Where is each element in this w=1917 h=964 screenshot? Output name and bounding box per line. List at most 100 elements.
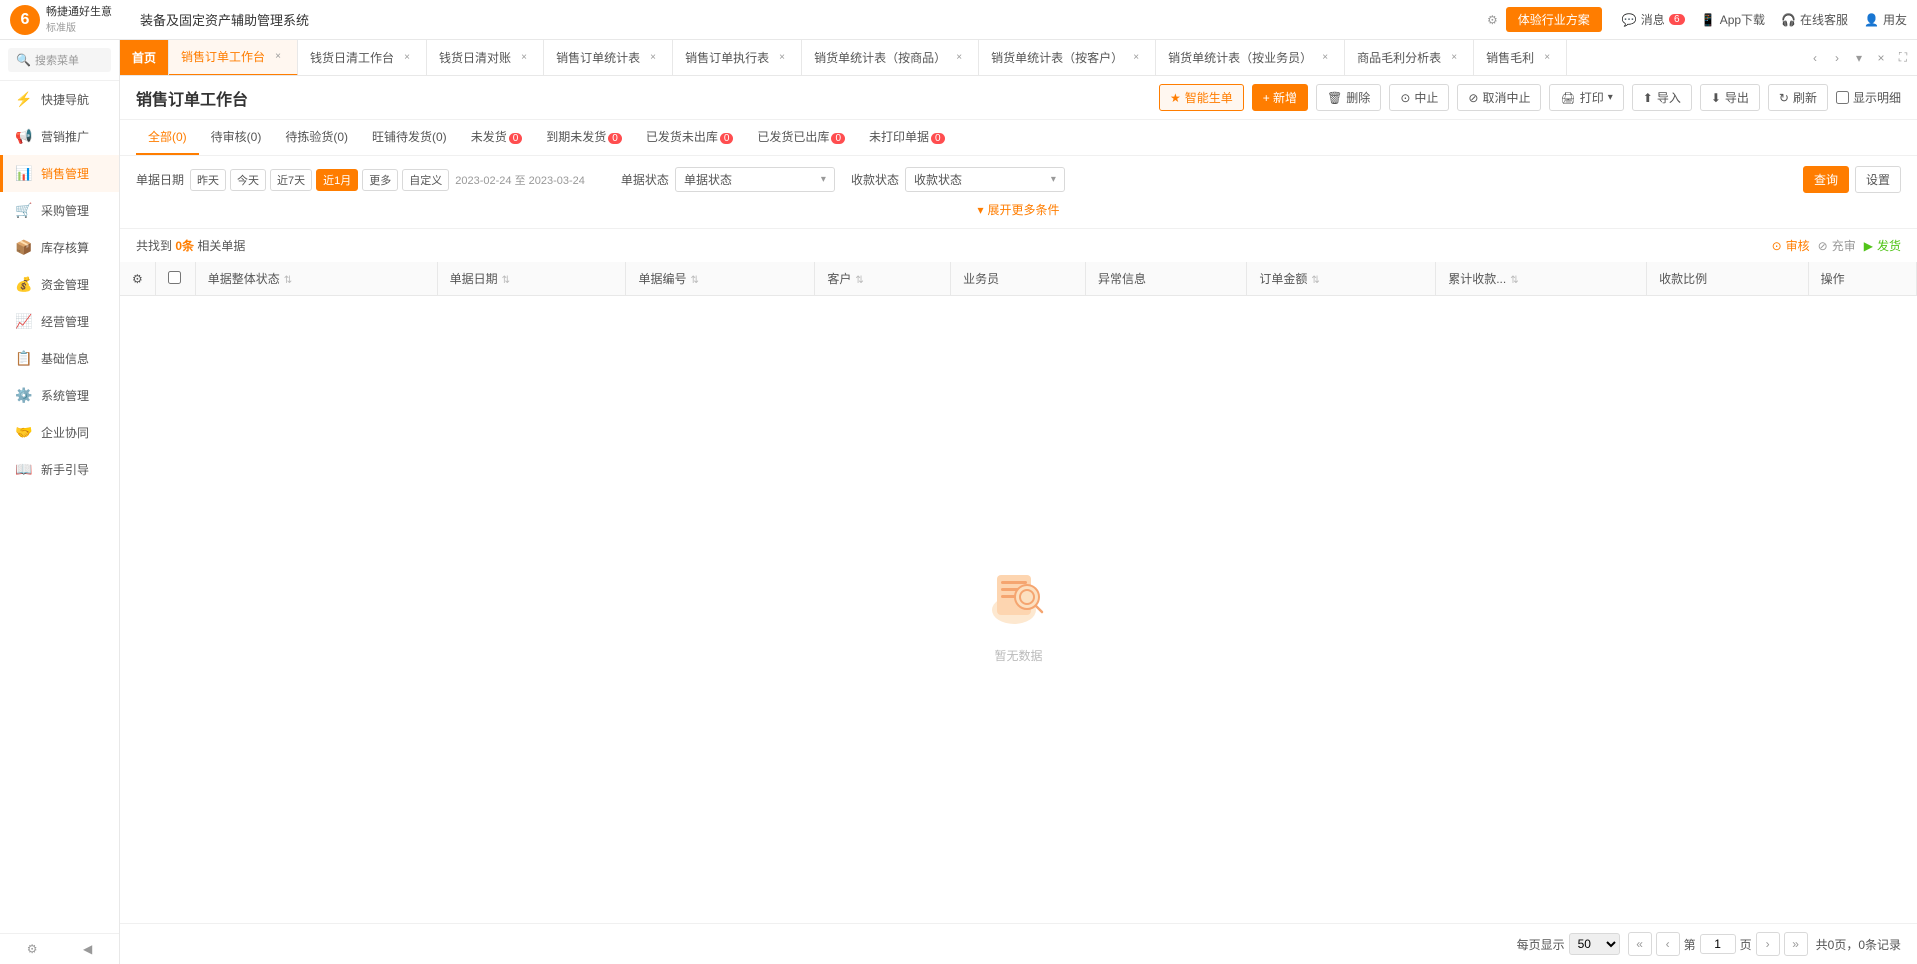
payment-select[interactable]: 收款状态 ▾ [905,167,1065,192]
settings-gear-icon[interactable]: ⚙ [27,942,38,956]
tab-order-stats[interactable]: 销售订单统计表 × [544,40,673,76]
filter-tab-all[interactable]: 全部(0) [136,120,199,155]
online-service-button[interactable]: 🎧 在线客服 [1781,11,1848,28]
quick-cancel-button[interactable]: ⊘ 充审 [1818,237,1856,254]
date-btn-7days[interactable]: 近7天 [270,169,312,191]
sidebar-item-quick-nav[interactable]: ⚡ 快捷导航 [0,81,119,118]
filter-tab-unshipped[interactable]: 未发货0 [459,120,535,155]
th-customer[interactable]: 客户⇅ [815,262,951,296]
import-button[interactable]: ⬆ 导入 [1632,84,1692,111]
date-btn-yesterday[interactable]: 昨天 [190,169,226,191]
sidebar-item-cooperation[interactable]: 🤝 企业协同 [0,414,119,451]
tab-maximize[interactable]: ⛶ [1893,48,1913,68]
filter-tab-shipped-out[interactable]: 已发货已出库0 [745,120,857,155]
tab-daily-reconcile[interactable]: 钱货日清对账 × [427,40,544,76]
collapse-icon[interactable]: ◀ [83,942,92,956]
print-button[interactable]: 🖨 打印 ▾ [1549,84,1623,111]
tab-close-daily-reconcile[interactable]: × [517,51,531,65]
page-header: 销售订单工作台 ★ 智能生单 + 新增 🗑 删除 ⊙ 中止 [120,76,1917,120]
table-scroll[interactable]: ⚙ 单据整体状态⇅ 单据日期⇅ 单据编号⇅ 客户⇅ 业务员 异常信息 订单金额⇅… [120,262,1917,296]
filter-tab-wangpu-ship[interactable]: 旺铺待发货(0) [360,120,459,155]
sidebar-item-system[interactable]: ⚙️ 系统管理 [0,377,119,414]
filter-tab-pending-inspect[interactable]: 待拣验货(0) [273,120,360,155]
sidebar-item-guide[interactable]: 📖 新手引导 [0,451,119,488]
th-anomaly[interactable]: 异常信息 [1085,262,1246,296]
gear-icon[interactable]: ⚙ [1487,13,1498,27]
sidebar-item-basics[interactable]: 📋 基础信息 [0,340,119,377]
date-btn-today[interactable]: 今天 [230,169,266,191]
filter-tab-unprinted[interactable]: 未打印单据0 [857,120,957,155]
th-salesperson[interactable]: 业务员 [951,262,1086,296]
th-number[interactable]: 单据编号⇅ [626,262,815,296]
detail-checkbox-input[interactable] [1836,91,1849,104]
tab-close-sales-by-product[interactable]: × [952,51,966,65]
tab-scroll-right[interactable]: › [1827,48,1847,68]
app-download-button[interactable]: 📱 App下载 [1701,11,1765,28]
suspend-button[interactable]: ⊙ 中止 [1389,84,1449,111]
tab-gross-profit[interactable]: 商品毛利分析表 × [1345,40,1474,76]
user-menu[interactable]: 👤 用友 [1864,11,1907,28]
cancel-suspend-button[interactable]: ⊘ 取消中止 [1457,84,1541,111]
th-checkbox[interactable] [155,262,195,296]
tab-sales-by-customer[interactable]: 销货单统计表（按客户） × [979,40,1156,76]
tab-close-all[interactable]: × [1871,48,1891,68]
date-btn-1month[interactable]: 近1月 [316,169,358,191]
tab-dropdown[interactable]: ▾ [1849,48,1869,68]
th-collected[interactable]: 累计收款...⇅ [1436,262,1647,296]
quick-ship-button[interactable]: ▶ 发货 [1864,237,1901,254]
quick-review-button[interactable]: ⊙ 审核 [1772,237,1810,254]
tab-home[interactable]: 首页 [120,40,169,76]
filter-tab-overdue-ship[interactable]: 到期未发货0 [534,120,634,155]
filter-tab-pending-review[interactable]: 待审核(0) [199,120,274,155]
page-prev-button[interactable]: ‹ [1656,932,1680,956]
page-size-select[interactable]: 10 20 50 100 [1569,933,1620,955]
page-last-button[interactable]: » [1784,932,1808,956]
status-select[interactable]: 单据状态 ▾ [675,167,835,192]
tab-close-sales-by-customer[interactable]: × [1129,51,1143,65]
tab-close-gross-profit[interactable]: × [1447,51,1461,65]
filter-tab-shipped-not-out[interactable]: 已发货未出库0 [634,120,746,155]
page-first-button[interactable]: « [1628,932,1652,956]
delete-button[interactable]: 🗑 删除 [1316,84,1381,111]
tab-close-order-stats[interactable]: × [646,51,660,65]
filter-settings-button[interactable]: 设置 [1855,166,1901,193]
tab-close-sales-gross[interactable]: × [1540,51,1554,65]
tab-sales-by-staff[interactable]: 销货单统计表（按业务员） × [1156,40,1345,76]
tab-close-sales-by-staff[interactable]: × [1318,51,1332,65]
tab-close-sales-workbench[interactable]: × [271,50,285,64]
date-btn-custom[interactable]: 自定义 [402,169,449,191]
th-date[interactable]: 单据日期⇅ [437,262,626,296]
sidebar-item-finance[interactable]: 💰 资金管理 [0,266,119,303]
date-btn-more[interactable]: 更多 [362,169,398,191]
select-all-checkbox[interactable] [168,271,181,284]
export-button[interactable]: ⬇ 导出 [1700,84,1760,111]
th-amount[interactable]: 订单金额⇅ [1247,262,1436,296]
th-settings[interactable]: ⚙ [120,262,155,296]
message-button[interactable]: 💬 消息 6 [1622,11,1685,28]
sort-number-icon: ⇅ [691,275,699,286]
search-button[interactable]: 查询 [1803,166,1849,193]
industry-button[interactable]: 体验行业方案 [1506,7,1602,32]
tab-scroll-left[interactable]: ‹ [1805,48,1825,68]
sidebar-item-purchase[interactable]: 🛒 采购管理 [0,192,119,229]
tab-daily-clear[interactable]: 钱货日清工作台 × [298,40,427,76]
page-number-input[interactable] [1700,934,1736,954]
search-menu-button[interactable]: 🔍 搜索菜单 [8,48,111,72]
show-detail-checkbox[interactable]: 显示明细 [1836,89,1901,106]
page-next-button[interactable]: › [1756,932,1780,956]
sidebar-item-marketing[interactable]: 📢 营销推广 [0,118,119,155]
smart-create-button[interactable]: ★ 智能生单 [1159,84,1244,111]
tab-close-order-exec[interactable]: × [775,51,789,65]
sidebar-item-management[interactable]: 📈 经营管理 [0,303,119,340]
tab-sales-by-product[interactable]: 销货单统计表（按商品） × [802,40,979,76]
new-button[interactable]: + 新增 [1252,84,1308,111]
refresh-button[interactable]: ↻ 刷新 [1768,84,1828,111]
th-status[interactable]: 单据整体状态⇅ [195,262,437,296]
expand-filters-button[interactable]: ▾ 展开更多条件 [977,201,1059,218]
tab-sales-gross[interactable]: 销售毛利 × [1474,40,1567,76]
tab-sales-workbench[interactable]: 销售订单工作台 × [169,40,298,76]
sidebar-item-inventory[interactable]: 📦 库存核算 [0,229,119,266]
sidebar-item-sales[interactable]: 📊 销售管理 [0,155,119,192]
tab-close-daily-clear[interactable]: × [400,51,414,65]
tab-order-exec[interactable]: 销售订单执行表 × [673,40,802,76]
